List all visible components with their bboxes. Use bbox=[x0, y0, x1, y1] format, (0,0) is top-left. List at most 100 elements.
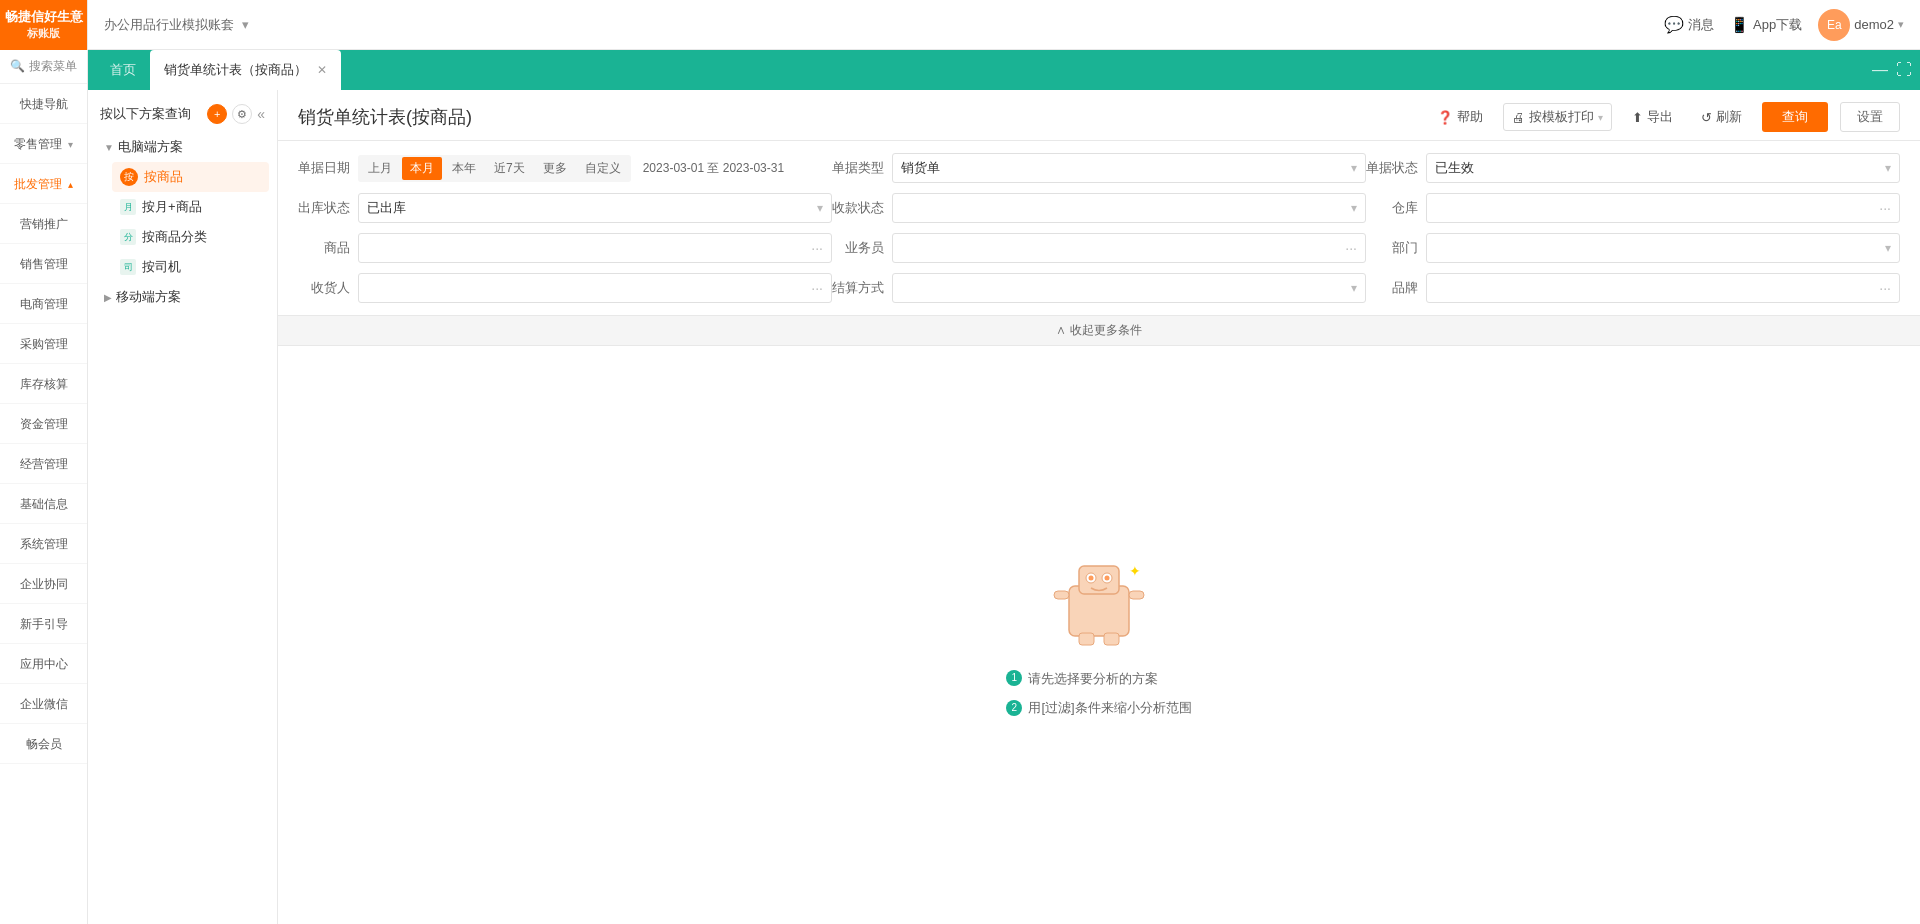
sidebar-item-sales[interactable]: 销售管理 bbox=[0, 244, 87, 284]
svg-rect-8 bbox=[1079, 633, 1094, 645]
goods-ellipsis-icon[interactable]: ··· bbox=[811, 240, 823, 256]
date-tab-this-month[interactable]: 本月 bbox=[402, 157, 442, 180]
date-tab-last-month[interactable]: 上月 bbox=[360, 157, 400, 180]
dept-arrow-icon[interactable]: ▾ bbox=[1885, 241, 1891, 255]
filter-group-payment: 收款状态 ▾ bbox=[832, 193, 1366, 223]
date-tab-7days[interactable]: 近7天 bbox=[486, 157, 533, 180]
settlement-arrow-icon[interactable]: ▾ bbox=[1351, 281, 1357, 295]
avatar-text: Ea bbox=[1827, 18, 1842, 32]
doc-type-arrow-icon[interactable]: ▾ bbox=[1351, 161, 1357, 175]
sidebar-item-wholesale[interactable]: 批发管理 ▴ bbox=[0, 164, 87, 204]
app-icon: 📱 bbox=[1730, 16, 1749, 34]
help-btn[interactable]: ❓ 帮助 bbox=[1429, 104, 1491, 130]
brand-control[interactable]: ··· bbox=[1426, 273, 1900, 303]
main-area: 办公用品行业模拟账套 ▾ 💬 消息 📱 App下载 Ea demo2 ▾ 首 bbox=[88, 0, 1920, 924]
user-label: demo2 bbox=[1854, 17, 1894, 32]
tree-child-by-month-goods[interactable]: 月 按月+商品 bbox=[112, 192, 269, 222]
receiver-ellipsis-icon[interactable]: ··· bbox=[811, 280, 823, 296]
filter-group-brand: 品牌 ··· bbox=[1366, 273, 1900, 303]
delivery-control[interactable]: 已出库 ▾ bbox=[358, 193, 832, 223]
export-btn[interactable]: ⬆ 导出 bbox=[1624, 104, 1681, 130]
page-title: 销货单统计表(按商品) bbox=[298, 105, 472, 129]
tab-minimize-icon[interactable]: — bbox=[1872, 61, 1888, 79]
avatar: Ea bbox=[1818, 9, 1850, 41]
add-scheme-btn[interactable]: + bbox=[207, 104, 227, 124]
print-label: 按模板打印 bbox=[1529, 108, 1594, 126]
dept-control[interactable]: ▾ bbox=[1426, 233, 1900, 263]
top-header: 办公用品行业模拟账套 ▾ 💬 消息 📱 App下载 Ea demo2 ▾ bbox=[88, 0, 1920, 50]
empty-illustration: ✦ bbox=[1049, 551, 1149, 651]
filter-group-doc-status: 单据状态 已生效 ▾ bbox=[1366, 153, 1900, 183]
payment-arrow-icon[interactable]: ▾ bbox=[1351, 201, 1357, 215]
settings-btn[interactable]: 设置 bbox=[1840, 102, 1900, 132]
settlement-control[interactable]: ▾ bbox=[892, 273, 1366, 303]
warehouse-control[interactable]: ··· bbox=[1426, 193, 1900, 223]
refresh-btn[interactable]: ↺ 刷新 bbox=[1693, 104, 1750, 130]
receiver-control[interactable]: ··· bbox=[358, 273, 832, 303]
collapse-panel-btn[interactable]: « bbox=[257, 106, 265, 122]
settings-scheme-btn[interactable]: ⚙ bbox=[232, 104, 252, 124]
main-content: 销货单统计表(按商品) ❓ 帮助 🖨 按模板打印 ▾ ⬆ 导出 bbox=[278, 90, 1920, 924]
tab-maximize-icon[interactable]: ⛶ bbox=[1896, 61, 1912, 79]
doc-status-label: 单据状态 bbox=[1366, 159, 1426, 177]
sidebar-item-enterprise-wechat[interactable]: 企业微信 bbox=[0, 684, 87, 724]
sidebar-item-app-center[interactable]: 应用中心 bbox=[0, 644, 87, 684]
message-btn[interactable]: 💬 消息 bbox=[1664, 15, 1714, 34]
doc-type-control[interactable]: 销货单 ▾ bbox=[892, 153, 1366, 183]
app-download-label: App下载 bbox=[1753, 16, 1802, 34]
settlement-label: 结算方式 bbox=[832, 279, 892, 297]
doc-status-control[interactable]: 已生效 ▾ bbox=[1426, 153, 1900, 183]
tree-child-by-category[interactable]: 分 按商品分类 bbox=[112, 222, 269, 252]
help-icon: ❓ bbox=[1437, 110, 1453, 125]
sidebar-item-purchase[interactable]: 采购管理 bbox=[0, 324, 87, 364]
sidebar-item-ecommerce[interactable]: 电商管理 bbox=[0, 284, 87, 324]
print-btn[interactable]: 🖨 按模板打印 ▾ bbox=[1503, 103, 1612, 131]
filter-group-salesman: 业务员 ··· bbox=[832, 233, 1366, 263]
payment-control[interactable]: ▾ bbox=[892, 193, 1366, 223]
collapse-filter-bar[interactable]: ∧ 收起更多条件 bbox=[278, 316, 1920, 346]
sidebar-item-enterprise[interactable]: 企业协同 bbox=[0, 564, 87, 604]
tree-section-desktop[interactable]: ▼ 电脑端方案 bbox=[96, 132, 269, 162]
sidebar-item-retail[interactable]: 零售管理 ▾ bbox=[0, 124, 87, 164]
tab-sales-stat[interactable]: 销货单统计表（按商品） ✕ bbox=[150, 50, 341, 90]
tree-child-by-goods[interactable]: 按 按商品 bbox=[112, 162, 269, 192]
sidebar-item-marketing[interactable]: 营销推广 bbox=[0, 204, 87, 244]
date-range-text: 2023-03-01 至 2023-03-31 bbox=[643, 160, 784, 177]
warehouse-ellipsis-icon[interactable]: ··· bbox=[1879, 200, 1891, 216]
sidebar-item-guide[interactable]: 新手引导 bbox=[0, 604, 87, 644]
app-download-btn[interactable]: 📱 App下载 bbox=[1730, 16, 1802, 34]
sidebar-item-inventory[interactable]: 库存核算 bbox=[0, 364, 87, 404]
goods-control[interactable]: ··· bbox=[358, 233, 832, 263]
sidebar-item-quick-nav[interactable]: 快捷导航 bbox=[0, 84, 87, 124]
date-tab-more[interactable]: 更多 bbox=[535, 157, 575, 180]
sidebar-item-finance[interactable]: 资金管理 bbox=[0, 404, 87, 444]
tab-home-label: 首页 bbox=[110, 61, 136, 79]
brand-ellipsis-icon[interactable]: ··· bbox=[1879, 280, 1891, 296]
delivery-arrow-icon[interactable]: ▾ bbox=[817, 201, 823, 215]
sidebar-item-base-info[interactable]: 基础信息 bbox=[0, 484, 87, 524]
svg-rect-6 bbox=[1054, 591, 1069, 599]
tab-close-btn[interactable]: ✕ bbox=[317, 63, 327, 77]
query-btn[interactable]: 查询 bbox=[1762, 102, 1828, 132]
sidebar-item-system[interactable]: 系统管理 bbox=[0, 524, 87, 564]
user-menu-btn[interactable]: Ea demo2 ▾ bbox=[1818, 9, 1904, 41]
by-goods-icon: 按 bbox=[120, 168, 138, 186]
tab-home[interactable]: 首页 bbox=[96, 50, 150, 90]
tree-child-by-driver[interactable]: 司 按司机 bbox=[112, 252, 269, 282]
by-driver-icon: 司 bbox=[120, 259, 136, 275]
sidebar-item-operations[interactable]: 经营管理 bbox=[0, 444, 87, 484]
workspace-selector[interactable]: 办公用品行业模拟账套 ▾ bbox=[104, 16, 249, 34]
filter-group-dept: 部门 ▾ bbox=[1366, 233, 1900, 263]
date-tab-this-year[interactable]: 本年 bbox=[444, 157, 484, 180]
workspace-label: 办公用品行业模拟账套 bbox=[104, 16, 234, 34]
by-month-goods-label: 按月+商品 bbox=[142, 198, 202, 216]
salesman-control[interactable]: ··· bbox=[892, 233, 1366, 263]
tree-desktop-label: 电脑端方案 bbox=[118, 138, 183, 156]
sidebar-item-membership[interactable]: 畅会员 bbox=[0, 724, 87, 764]
salesman-ellipsis-icon[interactable]: ··· bbox=[1345, 240, 1357, 256]
svg-text:✦: ✦ bbox=[1129, 563, 1141, 579]
sidebar-search[interactable]: 🔍 搜索菜单 bbox=[0, 50, 87, 84]
tree-section-mobile[interactable]: ▶ 移动端方案 bbox=[96, 282, 269, 312]
date-tab-custom[interactable]: 自定义 bbox=[577, 157, 629, 180]
doc-status-arrow-icon[interactable]: ▾ bbox=[1885, 161, 1891, 175]
